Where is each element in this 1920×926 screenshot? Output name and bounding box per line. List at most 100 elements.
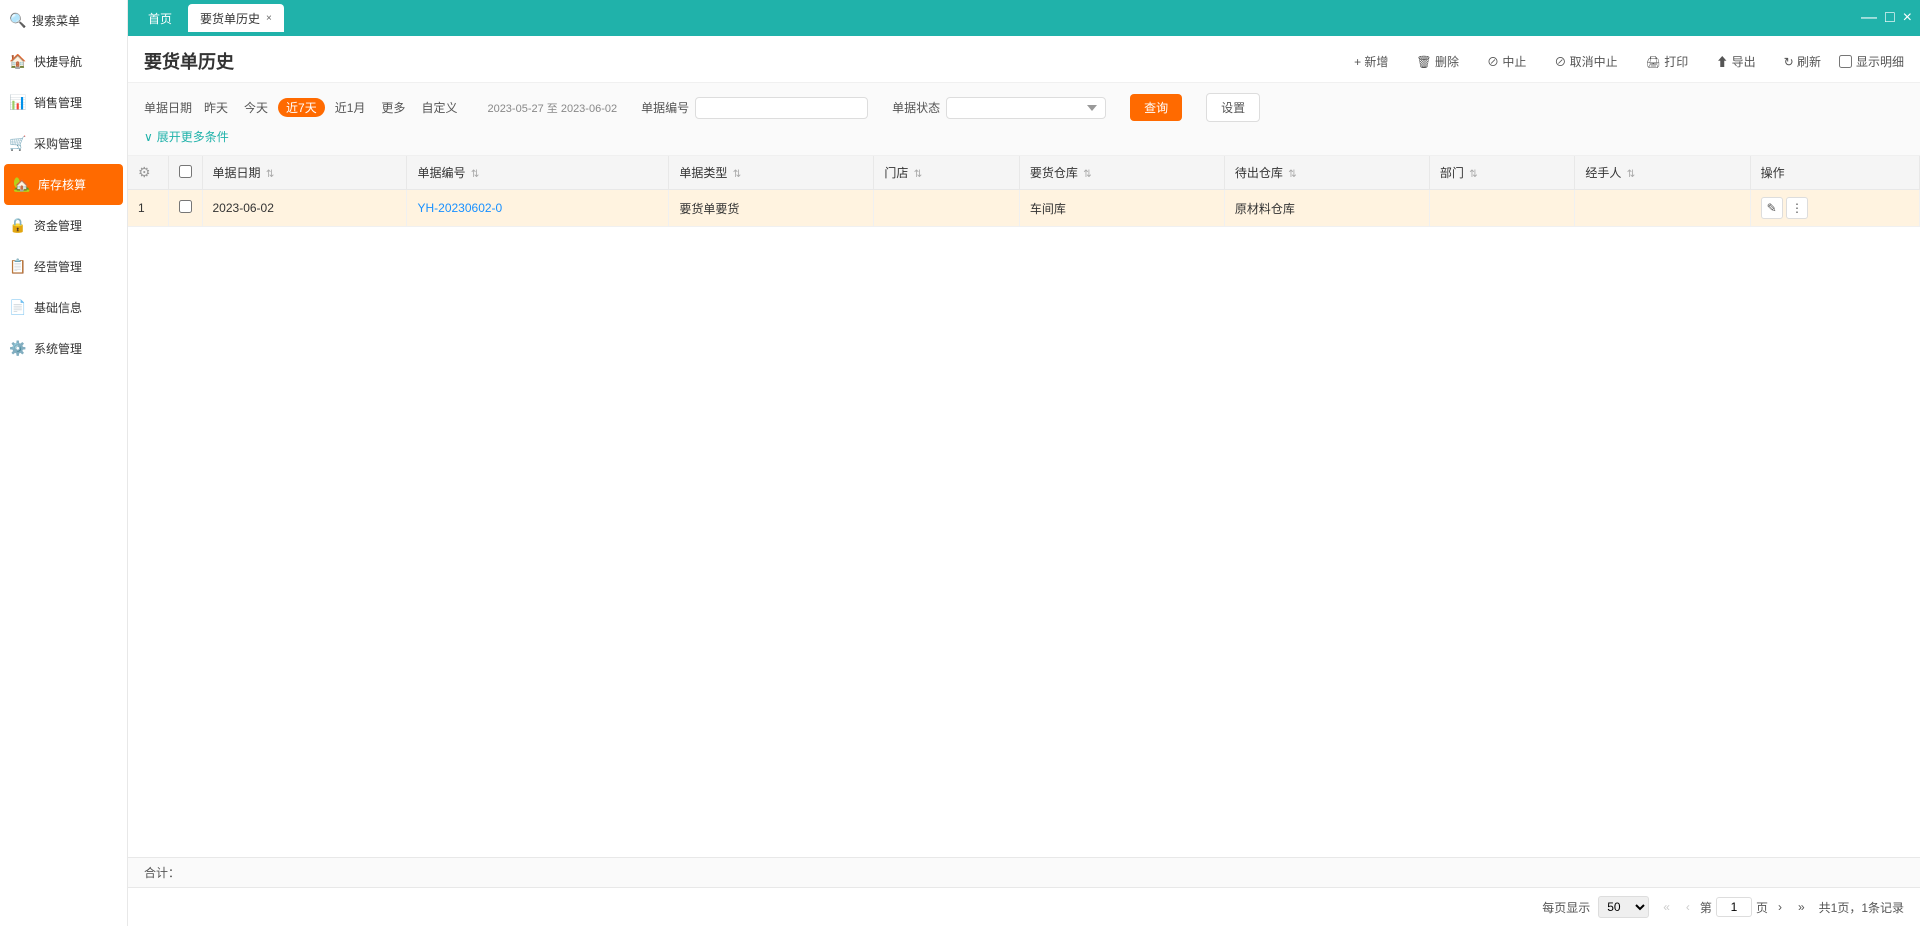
date-btn-1month[interactable]: 近1月 [329, 98, 372, 117]
tab-current[interactable]: 要货单历史 × [188, 4, 284, 32]
row-store [874, 190, 1020, 227]
filter-group-daterange: 2023-05-27 至 2023-06-02 [487, 100, 617, 116]
tab-current-label: 要货单历史 [200, 10, 260, 27]
sidebar-item-label: 快捷导航 [34, 53, 82, 70]
tab-bar: 首页 要货单历史 × — □ × [128, 0, 1920, 36]
col-doc-no[interactable]: 单据编号 ⇅ [407, 156, 669, 190]
basic-icon: 📄 [10, 300, 26, 316]
show-detail-checkbox[interactable] [1839, 55, 1852, 68]
doc-no-input[interactable] [695, 97, 868, 119]
toolbar-cancel-stop-btn[interactable]: ⊘ 取消中止 [1544, 49, 1627, 74]
tab-close-icon[interactable]: × [266, 13, 272, 24]
col-dept[interactable]: 部门 ⇅ [1429, 156, 1575, 190]
column-settings-icon[interactable]: ⚙ [138, 164, 151, 180]
page-title: 要货单历史 [144, 48, 234, 74]
col-handler[interactable]: 经手人 ⇅ [1575, 156, 1750, 190]
col-req-warehouse[interactable]: 要货仓库 ⇅ [1019, 156, 1224, 190]
req-warehouse-sort-icon: ⇅ [1083, 169, 1091, 180]
page-prefix-label: 第 [1700, 899, 1712, 916]
window-close-btn[interactable]: × [1903, 9, 1912, 27]
sidebar-item-label: 资金管理 [34, 217, 82, 234]
table-container: ⚙ 单据日期 ⇅ 单据编号 ⇅ [128, 156, 1920, 857]
page-next-btn[interactable]: › [1772, 898, 1788, 916]
per-page-select[interactable]: 10 20 50 100 [1598, 896, 1649, 918]
total-info: 共1页，1条记录 [1819, 899, 1904, 916]
filter-row: 单据日期 昨天 今天 近7天 近1月 更多 自定义 2023-05-27 至 2… [144, 93, 1904, 122]
col-store-label: 门店 [884, 166, 908, 180]
toolbar-delete-btn[interactable]: 🗑 删除 [1406, 49, 1469, 74]
sidebar-item-purchase[interactable]: 🛒 采购管理 [0, 123, 127, 164]
row-select-checkbox[interactable] [179, 200, 192, 213]
filter-area: 单据日期 昨天 今天 近7天 近1月 更多 自定义 2023-05-27 至 2… [128, 83, 1920, 156]
settings-btn[interactable]: 设置 [1206, 93, 1260, 122]
date-shortcuts: 昨天 今天 近7天 近1月 更多 自定义 [198, 98, 463, 117]
sidebar-item-inventory[interactable]: 🏡 库存核算 [4, 164, 123, 205]
row-more-btn[interactable]: ⋮ [1786, 197, 1808, 219]
tab-home[interactable]: 首页 [136, 4, 184, 32]
page-prev-btn[interactable]: ‹ [1680, 898, 1696, 916]
query-btn[interactable]: 查询 [1130, 94, 1182, 121]
date-btn-yesterday[interactable]: 昨天 [198, 98, 234, 117]
sidebar-item-basic[interactable]: 📄 基础信息 [0, 287, 127, 328]
show-detail-checkbox-label[interactable]: 显示明细 [1839, 53, 1904, 70]
toolbar-stop-btn[interactable]: ⊘ 中止 [1477, 49, 1536, 74]
page-suffix-label: 页 [1756, 899, 1768, 916]
toolbar-print-btn[interactable]: 🖨 打印 [1636, 49, 1699, 74]
toolbar-export-btn[interactable]: ⬆ 导出 [1706, 49, 1765, 74]
row-doc-no[interactable]: YH-20230602-0 [407, 190, 669, 227]
window-minimize-btn[interactable]: — [1861, 9, 1877, 27]
dept-sort-icon: ⇅ [1469, 169, 1477, 180]
sidebar-item-quick-nav[interactable]: 🏠 快捷导航 [0, 41, 127, 82]
status-select[interactable] [946, 97, 1106, 119]
page-last-btn[interactable]: » [1792, 898, 1811, 916]
date-btn-more[interactable]: 更多 [375, 98, 411, 117]
purchase-icon: 🛒 [10, 136, 26, 152]
date-btn-7days[interactable]: 近7天 [278, 98, 325, 117]
row-checkbox[interactable] [168, 190, 202, 227]
sidebar-item-label: 库存核算 [38, 176, 86, 193]
row-handler [1575, 190, 1750, 227]
date-filter-label: 单据日期 [144, 99, 192, 116]
expand-more-btn[interactable]: ∨ 展开更多条件 [144, 128, 1904, 145]
expand-more-icon: ∨ [144, 130, 153, 144]
date-range-display: 2023-05-27 至 2023-06-02 [487, 100, 617, 116]
col-store[interactable]: 门店 ⇅ [874, 156, 1020, 190]
sidebar: 🔍 搜索菜单 🏠 快捷导航 📊 销售管理 🛒 采购管理 🏡 库存核算 🔒 资金管… [0, 0, 128, 926]
col-dept-label: 部门 [1440, 166, 1464, 180]
col-doc-type[interactable]: 单据类型 ⇅ [669, 156, 874, 190]
show-detail-label: 显示明细 [1856, 53, 1904, 70]
row-dept [1429, 190, 1575, 227]
operation-icon: 📋 [10, 259, 26, 275]
col-pending-warehouse[interactable]: 待出仓库 ⇅ [1224, 156, 1429, 190]
select-all-checkbox[interactable] [179, 165, 192, 178]
store-sort-icon: ⇅ [914, 169, 922, 180]
date-btn-custom[interactable]: 自定义 [415, 98, 463, 117]
row-edit-btn[interactable]: ✎ [1761, 197, 1783, 219]
sidebar-item-finance[interactable]: 🔒 资金管理 [0, 205, 127, 246]
sidebar-search[interactable]: 🔍 搜索菜单 [0, 0, 127, 41]
page-first-btn[interactable]: « [1657, 898, 1676, 916]
doc-no-link[interactable]: YH-20230602-0 [417, 201, 502, 215]
sidebar-item-operation[interactable]: 📋 经营管理 [0, 246, 127, 287]
filter-group-date: 单据日期 昨天 今天 近7天 近1月 更多 自定义 [144, 98, 463, 117]
row-req-warehouse: 车间库 [1019, 190, 1224, 227]
system-icon: ⚙️ [10, 341, 26, 357]
date-btn-today[interactable]: 今天 [238, 98, 274, 117]
inventory-icon: 🏡 [14, 177, 30, 193]
toolbar-refresh-btn[interactable]: ↻ 刷新 [1774, 49, 1831, 74]
sales-icon: 📊 [10, 95, 26, 111]
doc-no-label: 单据编号 [641, 99, 689, 116]
doc-date-sort-icon: ⇅ [266, 169, 274, 180]
col-checkbox[interactable] [168, 156, 202, 190]
toolbar-new-btn[interactable]: + 新增 [1344, 49, 1398, 74]
page-header: 要货单历史 + 新增 🗑 删除 ⊘ 中止 ⊘ 取消中止 🖨 打印 ⬆ 导出 ↻ … [128, 36, 1920, 83]
col-settings[interactable]: ⚙ [128, 156, 168, 190]
tab-bar-right: — □ × [1861, 9, 1912, 27]
table-body: 1 2023-06-02 YH-20230602-0 要货单要货 车间库 原材料… [128, 190, 1920, 227]
pagination: 每页显示 10 20 50 100 « ‹ 第 页 › » 共1页，1条记录 [128, 887, 1920, 926]
sidebar-item-system[interactable]: ⚙️ 系统管理 [0, 328, 127, 369]
col-doc-date[interactable]: 单据日期 ⇅ [202, 156, 407, 190]
sidebar-item-sales[interactable]: 📊 销售管理 [0, 82, 127, 123]
page-input[interactable] [1716, 897, 1752, 917]
window-maximize-btn[interactable]: □ [1885, 9, 1895, 27]
